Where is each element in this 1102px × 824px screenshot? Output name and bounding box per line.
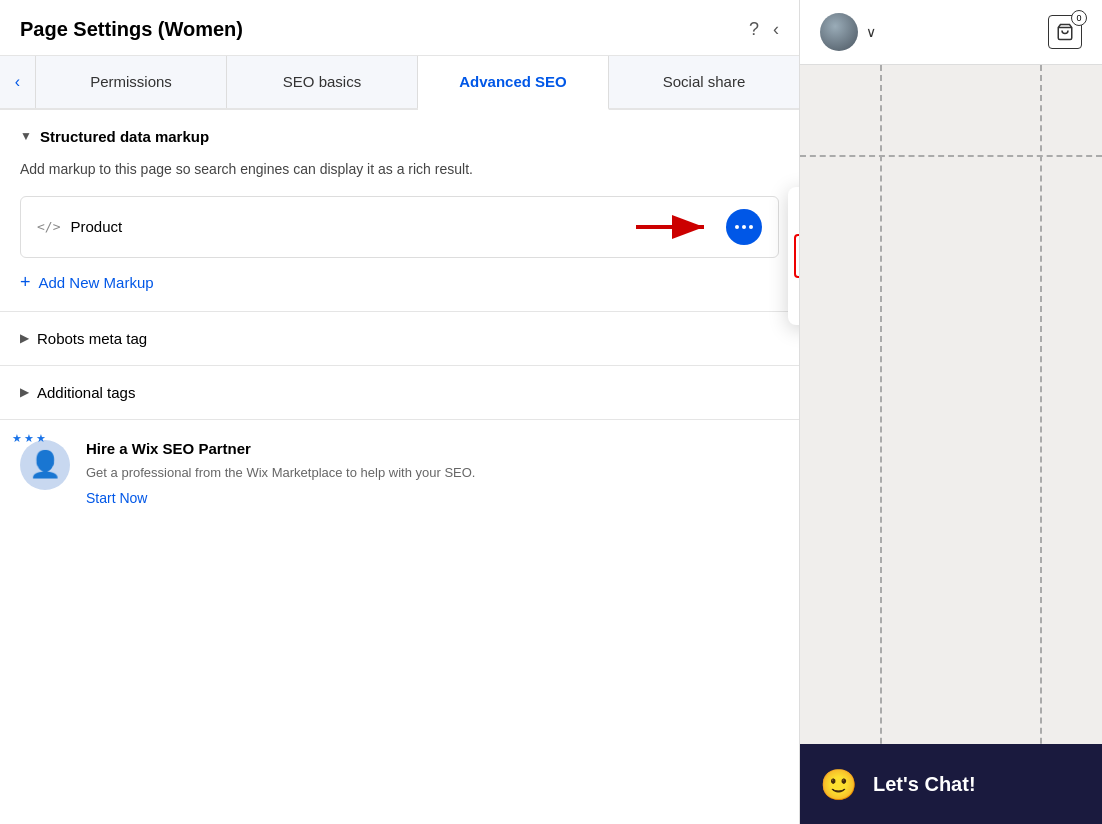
chat-text: Let's Chat! [873,773,976,796]
structured-data-header[interactable]: ▼ Structured data markup [20,128,779,145]
tab-advanced-seo[interactable]: Advanced SEO [418,56,609,110]
right-panel: ∨ 0 🙂 Let's Chat! [800,0,1102,824]
star-3: ★ [36,432,46,445]
panel-header: Page Settings (Women) ? ‹ [0,0,799,56]
dashed-line-vertical-1 [880,65,882,824]
header-actions: ? ‹ [749,19,779,40]
robots-meta-title: Robots meta tag [37,330,147,347]
markup-name: Product [70,218,122,235]
dot-2 [742,225,746,229]
menu-item-remove[interactable]: 🗑️ Remove [788,282,799,325]
chat-emoji-icon: 🙂 [820,767,857,802]
tab-scroll-left[interactable]: ‹ [0,56,36,108]
nav-bag-icon[interactable]: 0 [1048,15,1082,49]
right-top-nav: ∨ 0 [800,0,1102,65]
red-arrow-icon [636,212,716,242]
chevron-right-icon: ▶ [20,331,29,345]
star-2: ★ [24,432,34,445]
add-markup-button[interactable]: + Add New Markup [20,272,779,293]
help-icon[interactable]: ? [749,19,759,40]
robots-meta-header[interactable]: ▶ Robots meta tag [20,330,779,347]
dot-1 [735,225,739,229]
dot-3 [749,225,753,229]
chevron-down-icon: ▼ [20,129,32,143]
promo-stars: ★ ★ ★ [12,432,46,445]
chevron-right-icon-2: ▶ [20,385,29,399]
promo-avatar-container: ★ ★ ★ 👤 [20,440,70,490]
additional-tags-title: Additional tags [37,384,135,401]
close-icon[interactable]: ‹ [773,19,779,40]
structured-data-title: Structured data markup [40,128,209,145]
dashed-line-vertical-2 [1040,65,1042,824]
nav-bag-count: 0 [1071,10,1087,26]
additional-tags-header[interactable]: ▶ Additional tags [20,384,779,401]
page-settings-panel: Page Settings (Women) ? ‹ ‹ Permissions … [0,0,800,824]
nav-user-area: ∨ [820,13,876,51]
promo-avatar: 👤 [20,440,70,490]
chat-bubble[interactable]: 🙂 Let's Chat! [800,744,1102,824]
menu-item-edit[interactable]: ✏️ Edit [788,187,799,230]
panel-content: ▼ Structured data markup Add markup to t… [0,110,799,825]
nav-chevron-icon[interactable]: ∨ [866,24,876,40]
dashed-line-horizontal-1 [800,155,1102,157]
arrow-container [636,209,762,245]
promo-title: Hire a Wix SEO Partner [86,440,779,457]
panel-title: Page Settings (Women) [20,18,243,41]
structured-data-section: ▼ Structured data markup Add markup to t… [0,110,799,312]
tab-permissions[interactable]: Permissions [36,56,227,108]
markup-row: </> Product [20,196,779,258]
structured-data-description: Add markup to this page so search engine… [20,159,779,180]
menu-item-test-google[interactable]: Test on Google [794,234,799,278]
markup-tag: </> [37,219,60,234]
promo-section: ★ ★ ★ 👤 Hire a Wix SEO Partner Get a pro… [0,420,799,527]
start-now-link[interactable]: Start Now [86,490,779,506]
tabs-container: ‹ Permissions SEO basics Advanced SEO So… [0,56,799,110]
tab-seo-basics[interactable]: SEO basics [227,56,418,108]
three-dots-button[interactable] [726,209,762,245]
robots-meta-section: ▶ Robots meta tag [0,312,799,366]
person-icon: 👤 [29,449,61,480]
promo-description: Get a professional from the Wix Marketpl… [86,463,779,483]
markup-left: </> Product [37,218,122,235]
promo-text: Hire a Wix SEO Partner Get a professiona… [86,440,779,507]
bag-svg [1056,23,1074,41]
add-markup-label: Add New Markup [39,274,154,291]
star-1: ★ [12,432,22,445]
plus-icon: + [20,272,31,293]
context-menu: ✏️ Edit Test on Google [788,187,799,325]
nav-avatar [820,13,858,51]
additional-tags-section: ▶ Additional tags [0,366,799,420]
tab-social-share[interactable]: Social share [609,56,799,108]
